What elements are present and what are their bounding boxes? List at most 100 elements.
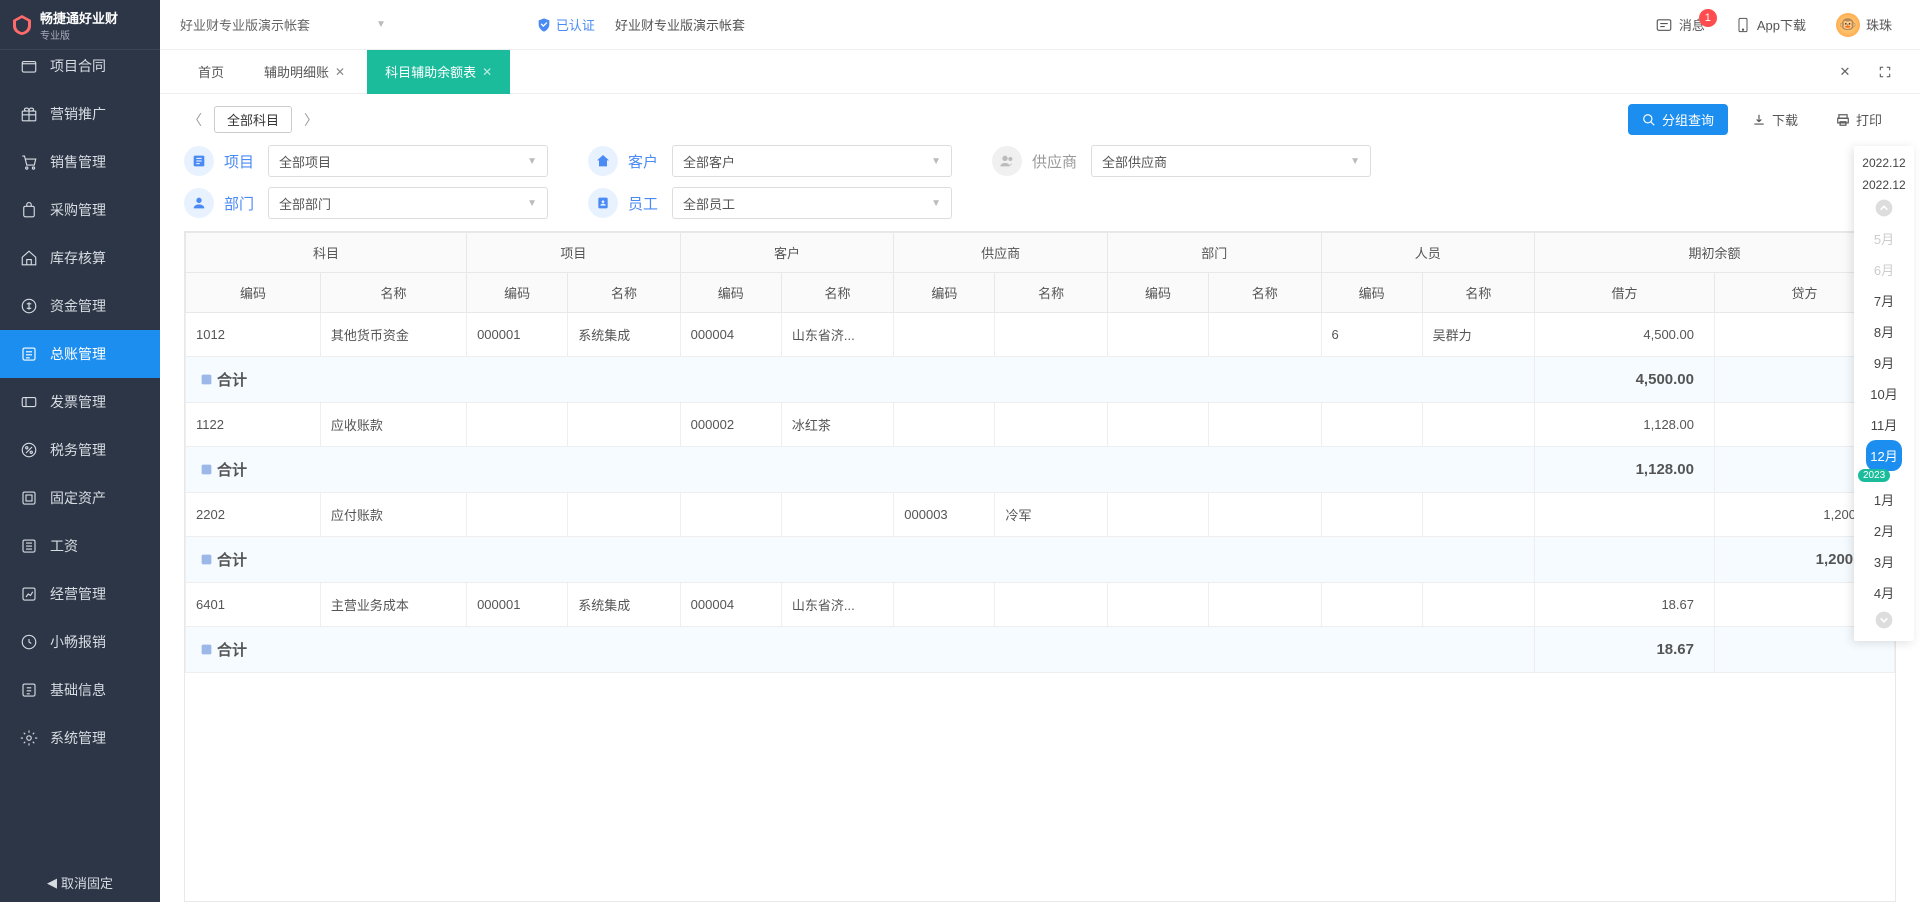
nav-item-7[interactable]: 发票管理 bbox=[0, 378, 160, 426]
nav-item-0[interactable]: 项目合同 bbox=[0, 42, 160, 90]
table-row[interactable]: 2202应付账款 000003冷军 1,200.00 bbox=[186, 493, 1895, 537]
customer-select[interactable]: 全部客户▼ bbox=[672, 145, 952, 177]
breadcrumb-next[interactable]: 〉 bbox=[300, 110, 322, 130]
table-row[interactable]: 1012其他货币资金 000001系统集成 000004山东省济... 6吴群力… bbox=[186, 313, 1895, 357]
filter-department: 部门 全部部门▼ bbox=[184, 187, 548, 219]
nav-item-14[interactable]: 系统管理 bbox=[0, 714, 160, 762]
nav-item-13[interactable]: 基础信息 bbox=[0, 666, 160, 714]
group-query-button[interactable]: 分组查询 bbox=[1628, 104, 1728, 135]
download-button[interactable]: 下载 bbox=[1738, 104, 1812, 135]
cancel-pin-button[interactable]: ◀ 取消固定 bbox=[0, 863, 160, 902]
download-icon bbox=[1752, 113, 1766, 127]
table-row[interactable]: 6401主营业务成本 000001系统集成 000004山东省济... 18.6… bbox=[186, 583, 1895, 627]
table-row[interactable]: 合计1,200.00 bbox=[186, 537, 1895, 583]
subtotal-icon bbox=[200, 553, 213, 566]
period-month[interactable]: 8月 bbox=[1866, 316, 1902, 347]
table-row[interactable]: 合计4,500.00 bbox=[186, 357, 1895, 403]
tab-0[interactable]: 首页 bbox=[180, 50, 242, 94]
nav-label: 库存核算 bbox=[50, 248, 106, 268]
period-month: 6月 bbox=[1866, 254, 1902, 285]
nav-item-6[interactable]: 总账管理 bbox=[0, 330, 160, 378]
period-month[interactable]: 4月 bbox=[1866, 577, 1902, 608]
nav-label: 资金管理 bbox=[50, 296, 106, 316]
chevron-up-icon bbox=[1874, 198, 1894, 218]
nav-item-8[interactable]: 税务管理 bbox=[0, 426, 160, 474]
expand-icon bbox=[1878, 65, 1892, 79]
th-project: 项目 bbox=[467, 233, 681, 273]
period-month[interactable]: 9月 bbox=[1866, 347, 1902, 378]
nav-label: 总账管理 bbox=[50, 344, 106, 364]
period-month[interactable]: 1月 bbox=[1866, 484, 1902, 515]
nav-item-4[interactable]: 库存核算 bbox=[0, 234, 160, 282]
close-all-tabs-button[interactable]: ✕ bbox=[1830, 57, 1860, 87]
tab-label: 科目辅助余额表 bbox=[385, 62, 476, 81]
nav-item-9[interactable]: 固定资产 bbox=[0, 474, 160, 522]
gift-icon bbox=[20, 105, 38, 123]
tab-1[interactable]: 辅助明细账 ✕ bbox=[246, 50, 363, 94]
message-badge: 1 bbox=[1699, 9, 1717, 27]
nav-item-3[interactable]: 采购管理 bbox=[0, 186, 160, 234]
customer-icon bbox=[595, 153, 611, 169]
period-month[interactable]: 12月 bbox=[1866, 440, 1902, 471]
period-scroll-down[interactable] bbox=[1872, 608, 1896, 635]
nav-label: 销售管理 bbox=[50, 152, 106, 172]
asset-icon bbox=[20, 489, 38, 507]
nav-item-5[interactable]: 资金管理 bbox=[0, 282, 160, 330]
breadcrumb-prev[interactable]: 〈 bbox=[184, 110, 206, 130]
period-month[interactable]: 10月 bbox=[1866, 378, 1902, 409]
ledger-icon bbox=[20, 345, 38, 363]
period-month[interactable]: 11月 bbox=[1866, 409, 1902, 440]
nav-item-10[interactable]: 工资 bbox=[0, 522, 160, 570]
messages-button[interactable]: 消息 1 bbox=[1645, 15, 1715, 34]
nav-label: 税务管理 bbox=[50, 440, 106, 460]
project-select[interactable]: 全部项目▼ bbox=[268, 145, 548, 177]
subtotal-icon bbox=[200, 463, 213, 476]
period-panel: 2022.12 2022.12 5月6月7月8月9月10月11月12月 2023… bbox=[1854, 146, 1914, 641]
logo-sub: 专业版 bbox=[40, 27, 118, 42]
account-name: 好业财专业版演示帐套 bbox=[615, 15, 745, 34]
table-row[interactable]: 合计1,128.00 bbox=[186, 447, 1895, 493]
fullscreen-button[interactable] bbox=[1870, 57, 1900, 87]
tab-close-icon[interactable]: ✕ bbox=[482, 65, 492, 79]
nav-label: 经营管理 bbox=[50, 584, 106, 604]
app-download-button[interactable]: App下载 bbox=[1725, 15, 1816, 34]
tab-label: 辅助明细账 bbox=[264, 62, 329, 81]
table-row[interactable]: 1122应收账款 000002冰红茶 1,128.00 bbox=[186, 403, 1895, 447]
phone-icon bbox=[1735, 16, 1751, 34]
breadcrumb-current[interactable]: 全部科目 bbox=[214, 106, 292, 133]
period-month[interactable]: 2月 bbox=[1866, 515, 1902, 546]
verified-badge: 已认证 bbox=[536, 15, 595, 34]
nav-item-11[interactable]: 经营管理 bbox=[0, 570, 160, 618]
info-icon bbox=[20, 681, 38, 699]
home-icon bbox=[20, 249, 38, 267]
avatar: 🐵 bbox=[1836, 13, 1860, 37]
period-from[interactable]: 2022.12 bbox=[1856, 152, 1912, 174]
tab-close-icon[interactable]: ✕ bbox=[335, 65, 345, 79]
chevron-down-icon: ▼ bbox=[931, 156, 941, 167]
nav-item-1[interactable]: 营销推广 bbox=[0, 90, 160, 138]
breadcrumb: 〈 全部科目 〉 bbox=[184, 106, 322, 133]
nav-label: 基础信息 bbox=[50, 680, 106, 700]
tab-2[interactable]: 科目辅助余额表 ✕ bbox=[367, 50, 510, 94]
percent-icon bbox=[20, 441, 38, 459]
nav-item-2[interactable]: 销售管理 bbox=[0, 138, 160, 186]
period-month[interactable]: 3月 bbox=[1866, 546, 1902, 577]
nav-label: 工资 bbox=[50, 536, 78, 556]
nav-item-12[interactable]: 小畅报销 bbox=[0, 618, 160, 666]
period-scroll-up[interactable] bbox=[1872, 196, 1896, 223]
department-select[interactable]: 全部部门▼ bbox=[268, 187, 548, 219]
employee-select[interactable]: 全部员工▼ bbox=[672, 187, 952, 219]
nav-label: 项目合同 bbox=[50, 56, 106, 76]
print-button[interactable]: 打印 bbox=[1822, 104, 1896, 135]
th-opening: 期初余额 bbox=[1535, 233, 1895, 273]
supplier-icon bbox=[999, 153, 1015, 169]
table-row[interactable]: 合计18.67 bbox=[186, 627, 1895, 673]
account-select[interactable]: 好业财专业版演示帐套 ▼ bbox=[180, 15, 526, 34]
nav-label: 固定资产 bbox=[50, 488, 106, 508]
user-menu[interactable]: 🐵 珠珠 bbox=[1826, 13, 1902, 37]
coin-icon bbox=[20, 297, 38, 315]
period-month[interactable]: 7月 bbox=[1866, 285, 1902, 316]
supplier-select[interactable]: 全部供应商▼ bbox=[1091, 145, 1371, 177]
period-to[interactable]: 2022.12 bbox=[1856, 174, 1912, 196]
chevron-down-icon bbox=[1874, 610, 1894, 630]
